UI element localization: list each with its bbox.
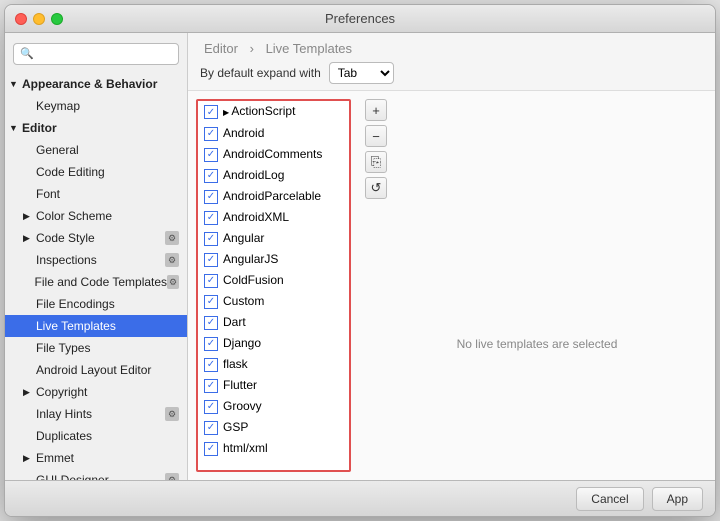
badge-icon: ⚙ bbox=[165, 407, 179, 421]
sidebar-item-copyright[interactable]: ▶ Copyright bbox=[5, 381, 187, 403]
right-section: + − ⎘ ↺ No live templates are selected bbox=[359, 91, 715, 480]
search-box bbox=[5, 39, 187, 69]
sidebar-item-file-types[interactable]: File Types bbox=[5, 337, 187, 359]
breadcrumb: Editor › Live Templates bbox=[200, 41, 703, 56]
sidebar-item-emmet[interactable]: ▶ Emmet bbox=[5, 447, 187, 469]
sidebar-item-gui-designer[interactable]: GUI Designer ⚙ bbox=[5, 469, 187, 480]
traffic-lights bbox=[15, 13, 63, 25]
apply-button[interactable]: App bbox=[652, 487, 703, 511]
checkbox[interactable]: ✓ bbox=[204, 379, 218, 393]
checkbox[interactable]: ✓ bbox=[204, 232, 218, 246]
template-item-groovy[interactable]: ✓ Groovy bbox=[198, 396, 349, 417]
checkbox[interactable]: ✓ bbox=[204, 421, 218, 435]
expand-icon: ▶ bbox=[23, 449, 33, 467]
checkbox[interactable]: ✓ bbox=[204, 148, 218, 162]
titlebar: Preferences bbox=[5, 5, 715, 33]
template-item-django[interactable]: ✓ Django bbox=[198, 333, 349, 354]
toolbar-row: By default expand with Tab Enter Space bbox=[200, 62, 703, 84]
expand-icon: ▶ bbox=[23, 207, 33, 225]
checkbox[interactable]: ✓ bbox=[204, 127, 218, 141]
main-body: ✓ ActionScript ✓ Android ✓ AndroidCommen… bbox=[188, 91, 715, 480]
template-item-androidxml[interactable]: ✓ AndroidXML bbox=[198, 207, 349, 228]
template-item-android[interactable]: ✓ Android bbox=[198, 123, 349, 144]
main-content: ▼ Appearance & Behavior Keymap ▼ Editor … bbox=[5, 33, 715, 480]
checkbox[interactable]: ✓ bbox=[204, 274, 218, 288]
template-item-custom[interactable]: ✓ Custom bbox=[198, 291, 349, 312]
preferences-window: Preferences ▼ Appearance & Behavior Keym… bbox=[4, 4, 716, 517]
templates-list: ✓ ActionScript ✓ Android ✓ AndroidCommen… bbox=[196, 99, 351, 472]
template-item-actionscript[interactable]: ✓ ActionScript bbox=[198, 101, 349, 123]
checkbox[interactable]: ✓ bbox=[204, 442, 218, 456]
remove-button[interactable]: − bbox=[365, 125, 387, 147]
template-item-htmlxml[interactable]: ✓ html/xml bbox=[198, 438, 349, 459]
bottom-bar: Cancel App bbox=[5, 480, 715, 516]
reset-button[interactable]: ↺ bbox=[365, 177, 387, 199]
cancel-button[interactable]: Cancel bbox=[576, 487, 643, 511]
template-item-flask[interactable]: ✓ flask bbox=[198, 354, 349, 375]
checkbox[interactable]: ✓ bbox=[204, 316, 218, 330]
checkbox[interactable]: ✓ bbox=[204, 211, 218, 225]
template-item-angularjs[interactable]: ✓ AngularJS bbox=[198, 249, 349, 270]
close-button[interactable] bbox=[15, 13, 27, 25]
sidebar-item-live-templates[interactable]: Live Templates bbox=[5, 315, 187, 337]
sidebar-item-code-style[interactable]: ▶ Code Style ⚙ bbox=[5, 227, 187, 249]
sidebar-item-keymap[interactable]: Keymap bbox=[5, 95, 187, 117]
sidebar: ▼ Appearance & Behavior Keymap ▼ Editor … bbox=[5, 33, 188, 480]
sidebar-item-file-encodings[interactable]: File Encodings bbox=[5, 293, 187, 315]
sidebar-item-color-scheme[interactable]: ▶ Color Scheme bbox=[5, 205, 187, 227]
badge-icon: ⚙ bbox=[167, 275, 179, 289]
template-item-dart[interactable]: ✓ Dart bbox=[198, 312, 349, 333]
main-panel: Editor › Live Templates By default expan… bbox=[188, 33, 715, 480]
sidebar-item-duplicates[interactable]: Duplicates bbox=[5, 425, 187, 447]
badge-icon: ⚙ bbox=[165, 231, 179, 245]
sidebar-item-android-layout[interactable]: Android Layout Editor bbox=[5, 359, 187, 381]
badge-icon: ⚙ bbox=[165, 253, 179, 267]
search-input[interactable] bbox=[13, 43, 179, 65]
window-title: Preferences bbox=[325, 11, 395, 26]
template-item-androidparcelable[interactable]: ✓ AndroidParcelable bbox=[198, 186, 349, 207]
copy-button[interactable]: ⎘ bbox=[365, 151, 387, 173]
checkbox[interactable]: ✓ bbox=[204, 295, 218, 309]
template-item-androidcomments[interactable]: ✓ AndroidComments bbox=[198, 144, 349, 165]
template-item-angular[interactable]: ✓ Angular bbox=[198, 228, 349, 249]
template-item-androidlog[interactable]: ✓ AndroidLog bbox=[198, 165, 349, 186]
checkbox[interactable]: ✓ bbox=[204, 105, 218, 119]
expand-icon: ▶ bbox=[23, 383, 33, 401]
sidebar-item-code-editing[interactable]: Code Editing bbox=[5, 161, 187, 183]
maximize-button[interactable] bbox=[51, 13, 63, 25]
expand-icon: ▼ bbox=[9, 119, 19, 137]
template-item-gsp[interactable]: ✓ GSP bbox=[198, 417, 349, 438]
sidebar-item-font[interactable]: Font bbox=[5, 183, 187, 205]
checkbox[interactable]: ✓ bbox=[204, 400, 218, 414]
template-item-coldfusion[interactable]: ✓ ColdFusion bbox=[198, 270, 349, 291]
sidebar-item-inspections[interactable]: Inspections ⚙ bbox=[5, 249, 187, 271]
badge-icon: ⚙ bbox=[165, 473, 179, 480]
sidebar-item-appearance[interactable]: ▼ Appearance & Behavior bbox=[5, 73, 187, 95]
checkbox[interactable]: ✓ bbox=[204, 190, 218, 204]
expand-with-label: By default expand with bbox=[200, 66, 321, 80]
template-item-flutter[interactable]: ✓ Flutter bbox=[198, 375, 349, 396]
expand-icon: ▼ bbox=[9, 75, 19, 93]
checkbox[interactable]: ✓ bbox=[204, 253, 218, 267]
action-buttons: + − ⎘ ↺ bbox=[359, 91, 715, 207]
minimize-button[interactable] bbox=[33, 13, 45, 25]
sidebar-item-general[interactable]: General bbox=[5, 139, 187, 161]
sidebar-item-editor[interactable]: ▼ Editor bbox=[5, 117, 187, 139]
main-header: Editor › Live Templates By default expan… bbox=[188, 33, 715, 91]
add-button[interactable]: + bbox=[365, 99, 387, 121]
checkbox[interactable]: ✓ bbox=[204, 337, 218, 351]
sidebar-item-file-and-code[interactable]: File and Code Templates ⚙ bbox=[5, 271, 187, 293]
checkbox[interactable]: ✓ bbox=[204, 169, 218, 183]
sidebar-item-inlay-hints[interactable]: Inlay Hints ⚙ bbox=[5, 403, 187, 425]
expand-with-select[interactable]: Tab Enter Space bbox=[329, 62, 394, 84]
no-selection-message: No live templates are selected bbox=[359, 207, 715, 480]
expand-icon: ▶ bbox=[23, 229, 33, 247]
checkbox[interactable]: ✓ bbox=[204, 358, 218, 372]
